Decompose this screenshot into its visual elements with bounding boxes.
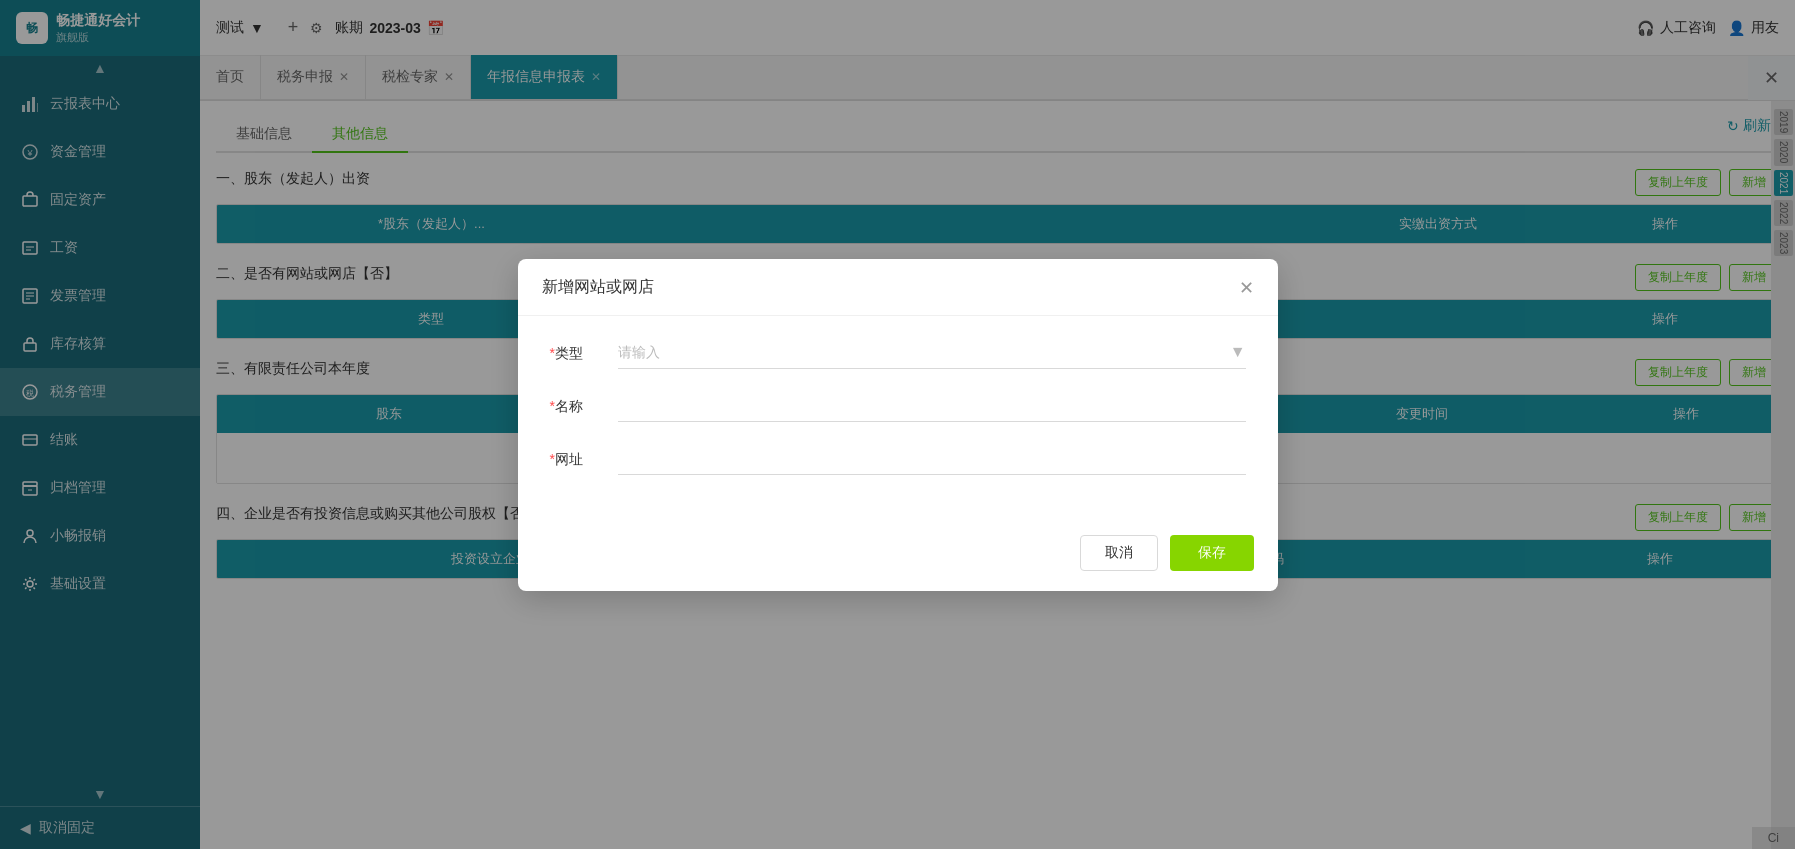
modal-backdrop[interactable]: 新增网站或网店 ✕ *类型 ▼ *名称 bbox=[0, 0, 1795, 849]
type-input[interactable] bbox=[618, 340, 1230, 364]
modal-body: *类型 ▼ *名称 *网址 bbox=[518, 316, 1278, 523]
url-label: *网址 bbox=[550, 451, 610, 469]
modal-footer: 取消 保存 bbox=[518, 523, 1278, 591]
name-label: *名称 bbox=[550, 398, 610, 416]
form-row-type: *类型 ▼ bbox=[550, 340, 1246, 369]
cancel-button[interactable]: 取消 bbox=[1080, 535, 1158, 571]
name-input-wrap bbox=[618, 393, 1246, 422]
type-label: *类型 bbox=[550, 345, 610, 363]
form-row-url: *网址 bbox=[550, 446, 1246, 475]
url-input[interactable] bbox=[618, 446, 1246, 470]
form-row-name: *名称 bbox=[550, 393, 1246, 422]
type-dropdown-icon[interactable]: ▼ bbox=[1230, 343, 1246, 361]
url-required-mark: * bbox=[550, 451, 555, 467]
modal-close-button[interactable]: ✕ bbox=[1239, 277, 1254, 299]
name-required-mark: * bbox=[550, 398, 555, 414]
type-required-mark: * bbox=[550, 345, 555, 361]
add-website-modal: 新增网站或网店 ✕ *类型 ▼ *名称 bbox=[518, 259, 1278, 591]
modal-header: 新增网站或网店 ✕ bbox=[518, 259, 1278, 316]
url-input-wrap bbox=[618, 446, 1246, 475]
modal-title: 新增网站或网店 bbox=[542, 277, 654, 298]
save-button[interactable]: 保存 bbox=[1170, 535, 1254, 571]
type-input-wrap: ▼ bbox=[618, 340, 1246, 369]
name-input[interactable] bbox=[618, 393, 1246, 417]
